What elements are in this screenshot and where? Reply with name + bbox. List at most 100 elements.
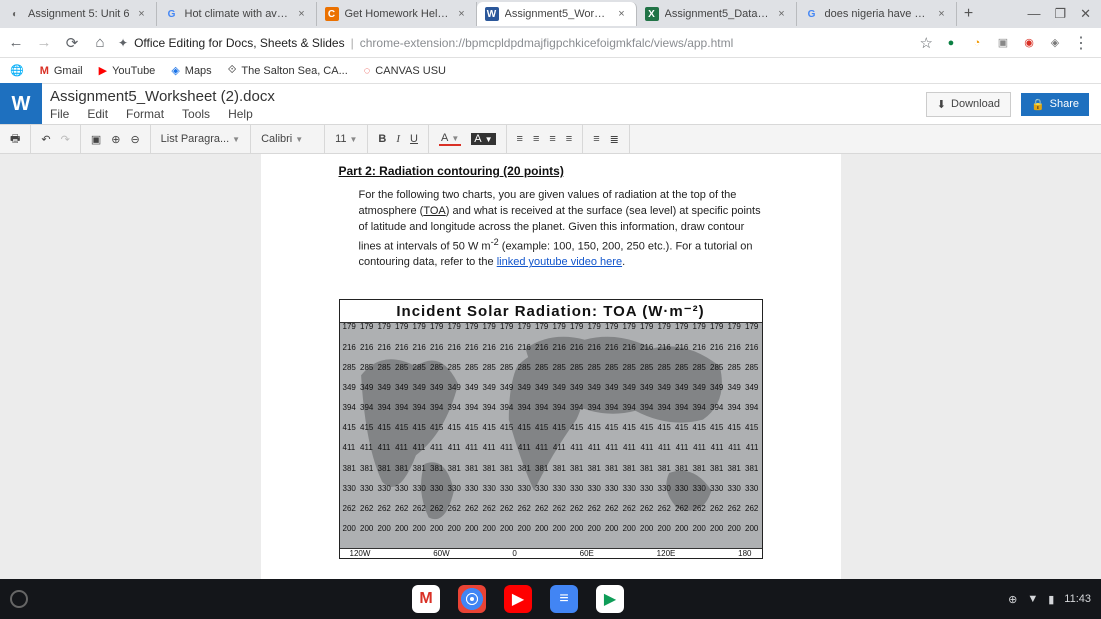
canvas-icon: ◌ (364, 65, 371, 77)
tutorial-link[interactable]: linked youtube video here (497, 256, 622, 268)
address-bar: ← → ⟳ ⌂ ✦ Office Editing for Docs, Sheet… (0, 28, 1101, 58)
gmail-icon[interactable]: M (412, 585, 440, 613)
download-button[interactable]: ⬇Download (926, 92, 1011, 117)
bookmark-salton[interactable]: ⟐The Salton Sea, CA... (228, 64, 348, 77)
docs-icon[interactable]: ≡ (550, 585, 578, 613)
tab-1[interactable]: GHot climate with averag× (157, 2, 317, 26)
bold-button[interactable]: B (378, 133, 386, 145)
tab-5[interactable]: Gdoes nigeria have mons× (797, 2, 957, 26)
gmail-icon: M (40, 65, 49, 77)
chrome-icon[interactable] (458, 585, 486, 613)
redo-button[interactable]: ↷ (61, 133, 70, 146)
window-minimize-button[interactable]: — (1027, 6, 1040, 22)
window-close-button[interactable]: ✕ (1080, 6, 1091, 22)
document-title: Assignment5_Worksheet (2).docx (50, 88, 926, 105)
bulleted-list-button[interactable]: ≣ (610, 133, 619, 146)
play-store-icon[interactable]: ▶ (596, 585, 624, 613)
battery-icon: ▮ (1048, 593, 1054, 606)
new-tab-button[interactable]: + (957, 5, 981, 23)
close-icon[interactable]: × (616, 8, 628, 20)
wifi-icon: ▼ (1027, 593, 1038, 605)
menu-file[interactable]: File (50, 107, 69, 121)
align-justify-button[interactable]: ≡ (566, 133, 572, 145)
ext-icon-1[interactable]: ● (943, 35, 959, 51)
notifications-icon: ⊕ (1008, 593, 1017, 606)
chart-title: Incident Solar Radiation: TOA (W·m⁻²) (340, 300, 762, 323)
excel-icon: X (645, 7, 659, 21)
omnibox[interactable]: ✦ Office Editing for Docs, Sheets & Slid… (118, 36, 912, 50)
youtube-icon[interactable]: ▶ (504, 585, 532, 613)
zoom-out-button[interactable]: ⊖ (130, 133, 139, 146)
menu-help[interactable]: Help (228, 107, 253, 121)
share-button[interactable]: 🔒Share (1021, 93, 1089, 116)
close-icon[interactable]: × (776, 8, 788, 20)
menu-edit[interactable]: Edit (87, 107, 108, 121)
document-canvas[interactable]: Part 2: Radiation contouring (20 points)… (0, 154, 1101, 579)
tab-3[interactable]: WAssignment5_Workshee× (477, 2, 637, 26)
reload-button[interactable]: ⟳ (62, 34, 82, 52)
close-icon[interactable]: × (456, 8, 468, 20)
bookmark-youtube[interactable]: ▶YouTube (99, 64, 156, 77)
paragraph-style-dropdown[interactable]: List Paragra...▼ (161, 133, 240, 145)
font-size-dropdown[interactable]: 11▼ (335, 133, 357, 145)
align-center-button[interactable]: ≡ (533, 133, 539, 145)
launcher-button[interactable] (10, 590, 28, 608)
italic-button[interactable]: I (396, 133, 400, 145)
clock: 11:43 (1064, 593, 1091, 605)
globe-icon: 🌐 (10, 64, 24, 77)
text-color-button[interactable]: A▼ (439, 132, 461, 146)
download-icon: ⬇ (937, 98, 946, 111)
google-icon: G (805, 7, 819, 21)
status-tray[interactable]: ⊕ ▼ ▮ 11:43 (1008, 593, 1091, 606)
bookmark-maps[interactable]: ◈Maps (171, 64, 211, 77)
chart-toa-radiation: Incident Solar Radiation: TOA (W·m⁻²) 17… (339, 299, 763, 559)
chart-x-axis: 120W60W060E120E180 (340, 548, 762, 558)
editor-toolbar: 🖶 ↶ ↷ ▣ ⊕ ⊖ List Paragra...▼ Calibri▼ 11▼ B… (0, 124, 1101, 154)
menu-tools[interactable]: Tools (182, 107, 210, 121)
os-shelf: M ▶ ≡ ▶ ⊕ ▼ ▮ 11:43 (0, 579, 1101, 619)
print-button[interactable]: 🖶 (10, 130, 20, 149)
bookmark-apps[interactable]: 🌐 (10, 64, 24, 77)
menu-format[interactable]: Format (126, 107, 164, 121)
section-title: Part 2: Radiation contouring (20 points) (339, 164, 841, 178)
shelf-apps: M ▶ ≡ ▶ (28, 585, 1008, 613)
zoom-in-button[interactable]: ⊕ (111, 133, 120, 146)
bookmark-star-icon[interactable]: ☆ (920, 34, 933, 52)
align-right-button[interactable]: ≡ (549, 133, 555, 145)
numbered-list-button[interactable]: ≡ (593, 133, 599, 145)
pin-icon: ⟐ (228, 64, 237, 77)
globe-icon: ◐ (8, 7, 22, 21)
align-left-button[interactable]: ≡ (517, 133, 523, 145)
extension-puzzle-icon: ✦ (118, 36, 128, 50)
bookmark-canvas[interactable]: ◌CANVAS USU (364, 65, 446, 77)
tab-4[interactable]: XAssignment5_Data.xlsx× (637, 2, 797, 26)
highlight-button[interactable]: A▼ (471, 133, 495, 145)
back-button[interactable]: ← (6, 34, 26, 51)
browser-tabstrip: ◐Assignment 5: Unit 6× GHot climate with… (0, 0, 1101, 28)
forward-button[interactable]: → (34, 34, 54, 51)
window-maximize-button[interactable]: ❐ (1054, 6, 1066, 22)
chart-grid: 1791791791791791791791791791791791791791… (340, 322, 762, 544)
close-icon[interactable]: × (296, 8, 308, 20)
fit-button[interactable]: ▣ (91, 133, 101, 146)
menu-bar: File Edit Format Tools Help (50, 107, 926, 121)
youtube-icon: ▶ (99, 64, 107, 77)
ext-icon-5[interactable]: ◈ (1047, 35, 1063, 51)
ext-icon-2[interactable]: ◔ (969, 35, 985, 51)
browser-menu-button[interactable]: ⋮ (1073, 33, 1089, 53)
chegg-icon: C (325, 7, 339, 21)
close-icon[interactable]: × (936, 8, 948, 20)
bookmark-gmail[interactable]: MGmail (40, 65, 83, 77)
close-icon[interactable]: × (136, 8, 148, 20)
maps-icon: ◈ (171, 64, 179, 77)
ext-icon-4[interactable]: ◉ (1021, 35, 1037, 51)
tab-0[interactable]: ◐Assignment 5: Unit 6× (0, 2, 157, 26)
document-page: Part 2: Radiation contouring (20 points)… (261, 154, 841, 579)
google-icon: G (165, 7, 179, 21)
tab-2[interactable]: CGet Homework Help Wit× (317, 2, 477, 26)
undo-button[interactable]: ↶ (41, 133, 50, 146)
ext-icon-3[interactable]: ▣ (995, 35, 1011, 51)
font-dropdown[interactable]: Calibri▼ (261, 133, 303, 145)
underline-button[interactable]: U (410, 133, 418, 145)
home-button[interactable]: ⌂ (90, 34, 110, 51)
